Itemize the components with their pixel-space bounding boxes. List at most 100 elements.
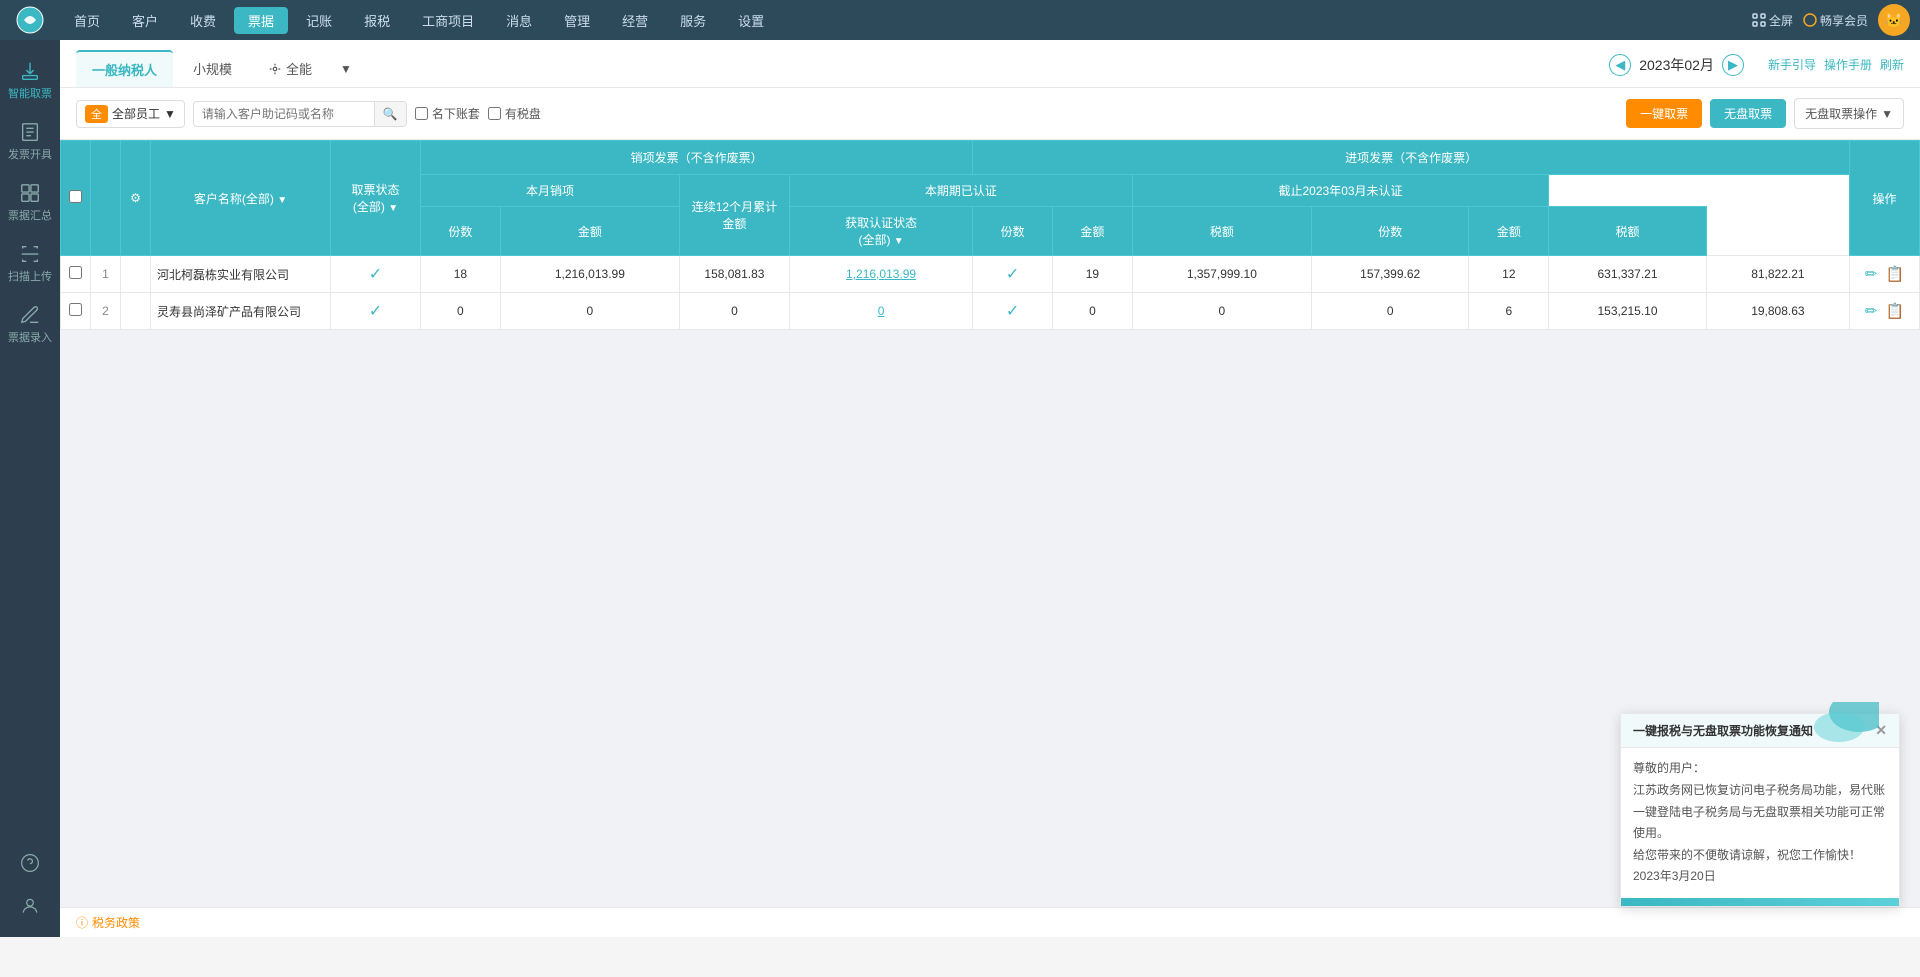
user-avatar[interactable]: 🐱 xyxy=(1878,4,1910,36)
sidebar-help[interactable] xyxy=(12,845,48,884)
row1-uncert-tax: 81,822.21 xyxy=(1706,256,1849,293)
col-name-header[interactable]: 客户名称(全部) ▼ xyxy=(151,141,331,256)
nav-fee[interactable]: 收费 xyxy=(176,7,230,34)
nav-customer[interactable]: 客户 xyxy=(118,7,172,34)
nav-settings[interactable]: 设置 xyxy=(724,7,778,34)
tax-disk-checkbox[interactable]: 有税盘 xyxy=(488,105,541,122)
under-account-checkbox-input[interactable] xyxy=(415,107,428,120)
sidebar-item-summary[interactable]: 票据汇总 xyxy=(0,172,60,233)
row2-cert-amount: 0 xyxy=(1132,293,1311,330)
toolbar-right: 一键取票 无盘取票 无盘取票操作 ▼ xyxy=(1626,98,1904,129)
top-navigation: 首页 客户 收费 票据 记账 报税 工商项目 消息 管理 经营 服务 设置 全屏… xyxy=(0,0,1920,40)
col-settings-header: ⚙ xyxy=(121,141,151,256)
row2-copy-icon[interactable]: 📋 xyxy=(1885,302,1904,320)
row1-cumulative-link[interactable]: 1,216,013.99 xyxy=(846,267,916,281)
row1-status: ✓ xyxy=(331,256,421,293)
row1-cumulative[interactable]: 1,216,013.99 xyxy=(789,256,972,293)
row1-uncert-count: 12 xyxy=(1469,256,1549,293)
bottom-status-bar: ⓘ 税务政策 xyxy=(60,907,1920,937)
col-uncert-count-header: 份数 xyxy=(1311,207,1469,256)
sidebar-item-smart-ticket[interactable]: 智能取票 xyxy=(0,50,60,111)
col-cert-count-header: 份数 xyxy=(973,207,1053,256)
new-guide-btn[interactable]: 新手引导 xyxy=(1768,56,1816,73)
next-month-btn[interactable]: ▶ xyxy=(1722,54,1744,76)
row2-cert-icon: ✓ xyxy=(1006,303,1019,320)
row1-sales-amount: 1,216,013.99 xyxy=(500,256,679,293)
status-filter-icon[interactable]: ▼ xyxy=(388,203,398,214)
row2-settings xyxy=(121,293,151,330)
tax-policy-link[interactable]: 税务政策 xyxy=(92,914,140,931)
sidebar-label-summary: 票据汇总 xyxy=(8,207,52,223)
sidebar-item-entry[interactable]: 票据录入 xyxy=(0,294,60,355)
row2-cumulative[interactable]: 0 xyxy=(789,293,972,330)
sidebar-item-scan[interactable]: 扫描上传 xyxy=(0,233,60,294)
cert-filter-icon[interactable]: ▼ xyxy=(894,236,904,247)
row1-checkbox[interactable] xyxy=(61,256,91,293)
tab-small-label: 小规模 xyxy=(193,59,232,78)
manual-btn[interactable]: 操作手册 xyxy=(1824,56,1872,73)
tab-all[interactable]: 全能 xyxy=(252,51,328,86)
prev-month-btn[interactable]: ◀ xyxy=(1609,54,1631,76)
col-cumulative-header: 连续12个月累计金额 xyxy=(679,175,789,256)
top-right-actions: 全屏 畅享会员 🐱 xyxy=(1752,4,1910,36)
tab-small-scale[interactable]: 小规模 xyxy=(177,51,248,86)
popup-title: 一键报税与无盘取票功能恢复通知 xyxy=(1633,722,1813,739)
row1-edit-icon[interactable]: ✏ xyxy=(1865,265,1878,283)
nav-home[interactable]: 首页 xyxy=(60,7,114,34)
col-actions-header: 操作 xyxy=(1850,141,1920,256)
row2-cert-count: 0 xyxy=(1053,293,1133,330)
nav-business2[interactable]: 经营 xyxy=(608,7,662,34)
col-status-header[interactable]: 取票状态(全部) ▼ xyxy=(331,141,421,256)
nav-message[interactable]: 消息 xyxy=(492,7,546,34)
row1-copy-icon[interactable]: 📋 xyxy=(1885,265,1904,283)
tab-general-taxpayer[interactable]: 一般纳税人 xyxy=(76,50,173,87)
search-input[interactable] xyxy=(194,102,374,126)
no-disk-btn[interactable]: 无盘取票 xyxy=(1710,99,1786,128)
row2-sales-amount: 0 xyxy=(500,293,679,330)
select-all-checkbox[interactable] xyxy=(69,190,82,203)
col-cert-status-header[interactable]: 获取认证状态(全部) ▼ xyxy=(789,207,972,256)
nav-invoice[interactable]: 票据 xyxy=(234,7,288,34)
fullscreen-btn[interactable]: 全屏 xyxy=(1752,12,1793,29)
popup-body: 尊敬的用户： 江苏政务网已恢复访问电子税务局功能，易代账一键登陆电子税务局与无盘… xyxy=(1621,748,1899,898)
nav-service[interactable]: 服务 xyxy=(666,7,720,34)
tax-disk-label: 有税盘 xyxy=(505,105,541,122)
row2-checkbox[interactable] xyxy=(61,293,91,330)
search-button[interactable]: 🔍 xyxy=(374,102,406,126)
row2-edit-icon[interactable]: ✏ xyxy=(1865,302,1878,320)
nav-manage[interactable]: 管理 xyxy=(550,7,604,34)
nav-business[interactable]: 工商项目 xyxy=(408,7,488,34)
employee-select[interactable]: 全 全部员工 ▼ xyxy=(76,100,185,128)
row1-cert-count: 19 xyxy=(1053,256,1133,293)
one-key-btn[interactable]: 一键取票 xyxy=(1626,99,1702,128)
under-account-checkbox[interactable]: 名下账套 xyxy=(415,105,480,122)
tab-more-btn[interactable]: ▼ xyxy=(332,58,360,80)
nav-tax[interactable]: 报税 xyxy=(350,7,404,34)
popup-close-btn[interactable]: ✕ xyxy=(1875,722,1887,739)
row2-cert-status: ✓ xyxy=(973,293,1053,330)
col-checkbox-header xyxy=(61,141,91,256)
nav-accounting[interactable]: 记账 xyxy=(292,7,346,34)
sidebar-item-invoice-open[interactable]: 发票开具 xyxy=(0,111,60,172)
fullscreen-label: 全屏 xyxy=(1769,12,1793,29)
settings-icon[interactable]: ⚙ xyxy=(130,191,141,205)
refresh-btn[interactable]: 刷新 xyxy=(1880,56,1904,73)
main-table: ⚙ 客户名称(全部) ▼ 取票状态(全部) ▼ 销项发票（不含作废票） 进项发票… xyxy=(60,140,1920,330)
row2-cumulative-link[interactable]: 0 xyxy=(878,304,885,318)
row2-uncert-count: 6 xyxy=(1469,293,1549,330)
no-disk-op-btn[interactable]: 无盘取票操作 ▼ xyxy=(1794,98,1904,129)
row1-cert-tax: 157,399.62 xyxy=(1311,256,1469,293)
row1-cert-amount: 1,357,999.10 xyxy=(1132,256,1311,293)
row2-cert-tax: 0 xyxy=(1311,293,1469,330)
sidebar: 智能取票 发票开具 票据汇总 扫描上传 票据录入 xyxy=(0,40,60,937)
col-sales-amount-header: 金额 xyxy=(500,207,679,256)
name-filter-icon[interactable]: ▼ xyxy=(277,195,287,206)
tax-disk-checkbox-input[interactable] xyxy=(488,107,501,120)
col-index-header xyxy=(91,141,121,256)
row2-status-icon: ✓ xyxy=(369,303,382,320)
member-btn[interactable]: 畅享会员 xyxy=(1803,12,1868,29)
row1-actions: ✏ 📋 xyxy=(1850,256,1920,293)
sidebar-user[interactable] xyxy=(12,888,48,927)
employee-tag: 全 xyxy=(85,105,108,123)
under-account-label: 名下账套 xyxy=(432,105,480,122)
